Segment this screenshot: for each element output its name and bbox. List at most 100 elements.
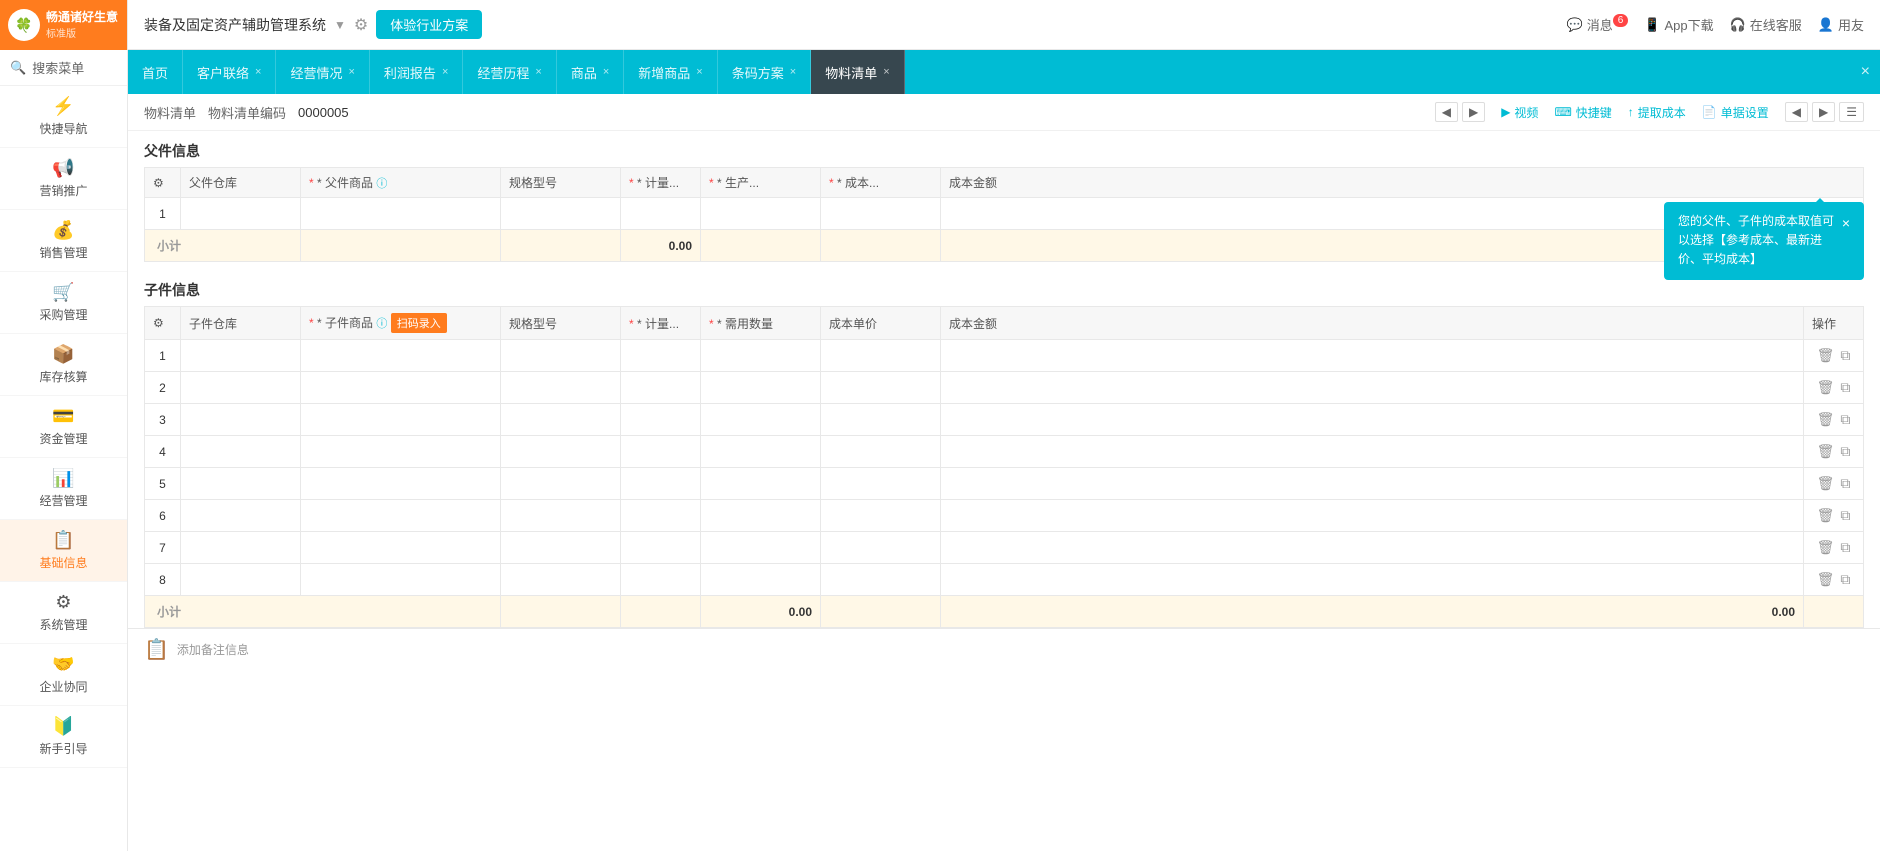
delete-icon[interactable]: 🗑 bbox=[1817, 507, 1835, 524]
sidebar-item-inventory[interactable]: 📦 库存核算 bbox=[0, 334, 127, 396]
pager2-next[interactable]: ▶ bbox=[1812, 102, 1835, 122]
parent-warehouse-cell[interactable] bbox=[181, 198, 301, 230]
copy-icon[interactable]: ⧉ bbox=[1840, 539, 1850, 556]
child-qty-needed-cell[interactable] bbox=[701, 404, 821, 436]
parent-product-cell[interactable] bbox=[301, 198, 501, 230]
tab-history-close[interactable]: × bbox=[535, 66, 541, 78]
child-cost-amount-cell[interactable] bbox=[941, 532, 1804, 564]
child-product-cell[interactable] bbox=[301, 404, 501, 436]
pager2-prev[interactable]: ◀ bbox=[1785, 102, 1808, 122]
child-cost-unit-cell[interactable] bbox=[821, 564, 941, 596]
delete-icon[interactable]: 🗑 bbox=[1817, 571, 1835, 588]
child-spec-cell[interactable] bbox=[501, 564, 621, 596]
child-cost-unit-cell[interactable] bbox=[821, 340, 941, 372]
child-cost-amount-cell[interactable] bbox=[941, 436, 1804, 468]
tab-bom-close[interactable]: × bbox=[883, 66, 889, 78]
child-warehouse-cell[interactable] bbox=[181, 340, 301, 372]
child-qty-cell[interactable] bbox=[621, 468, 701, 500]
child-qty-needed-cell[interactable] bbox=[701, 372, 821, 404]
child-qty-cell[interactable] bbox=[621, 340, 701, 372]
trial-button[interactable]: 体验行业方案 bbox=[376, 10, 482, 39]
child-cost-amount-cell[interactable] bbox=[941, 372, 1804, 404]
list-view-btn[interactable]: ☰ bbox=[1839, 102, 1864, 122]
child-product-cell[interactable] bbox=[301, 468, 501, 500]
child-cost-unit-cell[interactable] bbox=[821, 468, 941, 500]
tab-barcode-close[interactable]: × bbox=[790, 66, 796, 78]
child-product-cell[interactable] bbox=[301, 340, 501, 372]
sidebar-item-quick-nav[interactable]: ⚡ 快捷导航 bbox=[0, 86, 127, 148]
tab-products-close[interactable]: × bbox=[603, 66, 609, 78]
child-qty-cell[interactable] bbox=[621, 532, 701, 564]
sidebar-item-operations[interactable]: 📊 经营管理 bbox=[0, 458, 127, 520]
tab-new-products[interactable]: 新增商品 × bbox=[624, 50, 717, 94]
pager-next[interactable]: ▶ bbox=[1462, 102, 1485, 122]
extract-cost-action[interactable]: ↑ 提取成本 bbox=[1628, 104, 1686, 121]
child-product-cell[interactable] bbox=[301, 532, 501, 564]
copy-icon[interactable]: ⧉ bbox=[1840, 475, 1850, 492]
message-action[interactable]: 💬 消息 6 bbox=[1567, 15, 1629, 34]
child-spec-cell[interactable] bbox=[501, 532, 621, 564]
search-menu[interactable]: 🔍 搜索菜单 bbox=[0, 50, 127, 86]
child-warehouse-cell[interactable] bbox=[181, 372, 301, 404]
child-spec-cell[interactable] bbox=[501, 404, 621, 436]
child-cost-amount-cell[interactable] bbox=[941, 468, 1804, 500]
delete-icon[interactable]: 🗑 bbox=[1817, 539, 1835, 556]
child-spec-cell[interactable] bbox=[501, 500, 621, 532]
copy-icon[interactable]: ⧉ bbox=[1840, 379, 1850, 396]
copy-icon[interactable]: ⧉ bbox=[1840, 571, 1850, 588]
child-cost-unit-cell[interactable] bbox=[821, 500, 941, 532]
child-cost-amount-cell[interactable] bbox=[941, 500, 1804, 532]
copy-icon[interactable]: ⧉ bbox=[1840, 347, 1850, 364]
child-warehouse-cell[interactable] bbox=[181, 436, 301, 468]
child-product-cell[interactable] bbox=[301, 372, 501, 404]
copy-icon[interactable]: ⧉ bbox=[1840, 443, 1850, 460]
online-service-action[interactable]: 🎧 在线客服 bbox=[1730, 15, 1802, 34]
child-product-cell[interactable] bbox=[301, 436, 501, 468]
child-spec-cell[interactable] bbox=[501, 468, 621, 500]
child-qty-cell[interactable] bbox=[621, 500, 701, 532]
tab-products[interactable]: 商品 × bbox=[557, 50, 624, 94]
parent-production-cell[interactable] bbox=[701, 198, 821, 230]
child-product-cell[interactable] bbox=[301, 564, 501, 596]
child-warehouse-cell[interactable] bbox=[181, 404, 301, 436]
tab-customers[interactable]: 客户联络 × bbox=[183, 50, 276, 94]
tab-end-close[interactable]: × bbox=[1851, 63, 1880, 81]
copy-icon[interactable]: ⧉ bbox=[1840, 411, 1850, 428]
sidebar-item-guide[interactable]: 🔰 新手引导 bbox=[0, 706, 127, 768]
sidebar-item-system[interactable]: ⚙ 系统管理 bbox=[0, 582, 127, 644]
child-qty-needed-cell[interactable] bbox=[701, 436, 821, 468]
delete-icon[interactable]: 🗑 bbox=[1817, 379, 1835, 396]
shortcut-action[interactable]: ⌨ 快捷键 bbox=[1554, 104, 1611, 121]
child-qty-cell[interactable] bbox=[621, 564, 701, 596]
parent-qty-cell[interactable] bbox=[621, 198, 701, 230]
copy-icon[interactable]: ⧉ bbox=[1840, 507, 1850, 524]
delete-icon[interactable]: 🗑 bbox=[1817, 443, 1835, 460]
tab-customers-close[interactable]: × bbox=[255, 66, 261, 78]
sidebar-item-cooperation[interactable]: 🤝 企业协同 bbox=[0, 644, 127, 706]
child-qty-cell[interactable] bbox=[621, 436, 701, 468]
scan-button[interactable]: 扫码录入 bbox=[391, 313, 447, 333]
tab-new-products-close[interactable]: × bbox=[696, 66, 702, 78]
delete-icon[interactable]: 🗑 bbox=[1817, 475, 1835, 492]
child-product-cell[interactable] bbox=[301, 500, 501, 532]
sidebar-item-finance[interactable]: 💳 资金管理 bbox=[0, 396, 127, 458]
global-close-icon[interactable]: × bbox=[1861, 63, 1870, 81]
child-warehouse-cell[interactable] bbox=[181, 564, 301, 596]
child-spec-cell[interactable] bbox=[501, 372, 621, 404]
sidebar-item-marketing[interactable]: 📢 营销推广 bbox=[0, 148, 127, 210]
sidebar-item-purchase[interactable]: 🛒 采购管理 bbox=[0, 272, 127, 334]
child-cost-unit-cell[interactable] bbox=[821, 404, 941, 436]
child-spec-cell[interactable] bbox=[501, 340, 621, 372]
child-warehouse-cell[interactable] bbox=[181, 500, 301, 532]
system-dropdown-arrow[interactable]: ▼ bbox=[334, 18, 346, 32]
view-action[interactable]: ▶ 视频 bbox=[1501, 104, 1538, 121]
child-cost-amount-cell[interactable] bbox=[941, 404, 1804, 436]
child-cost-unit-cell[interactable] bbox=[821, 372, 941, 404]
parent-cost-cell[interactable] bbox=[821, 198, 941, 230]
delete-icon[interactable]: 🗑 bbox=[1817, 347, 1835, 364]
child-cost-amount-cell[interactable] bbox=[941, 564, 1804, 596]
child-cost-unit-cell[interactable] bbox=[821, 532, 941, 564]
parent-spec-cell[interactable] bbox=[501, 198, 621, 230]
tab-bom[interactable]: 物料清单 × bbox=[811, 50, 904, 94]
child-qty-needed-cell[interactable] bbox=[701, 564, 821, 596]
